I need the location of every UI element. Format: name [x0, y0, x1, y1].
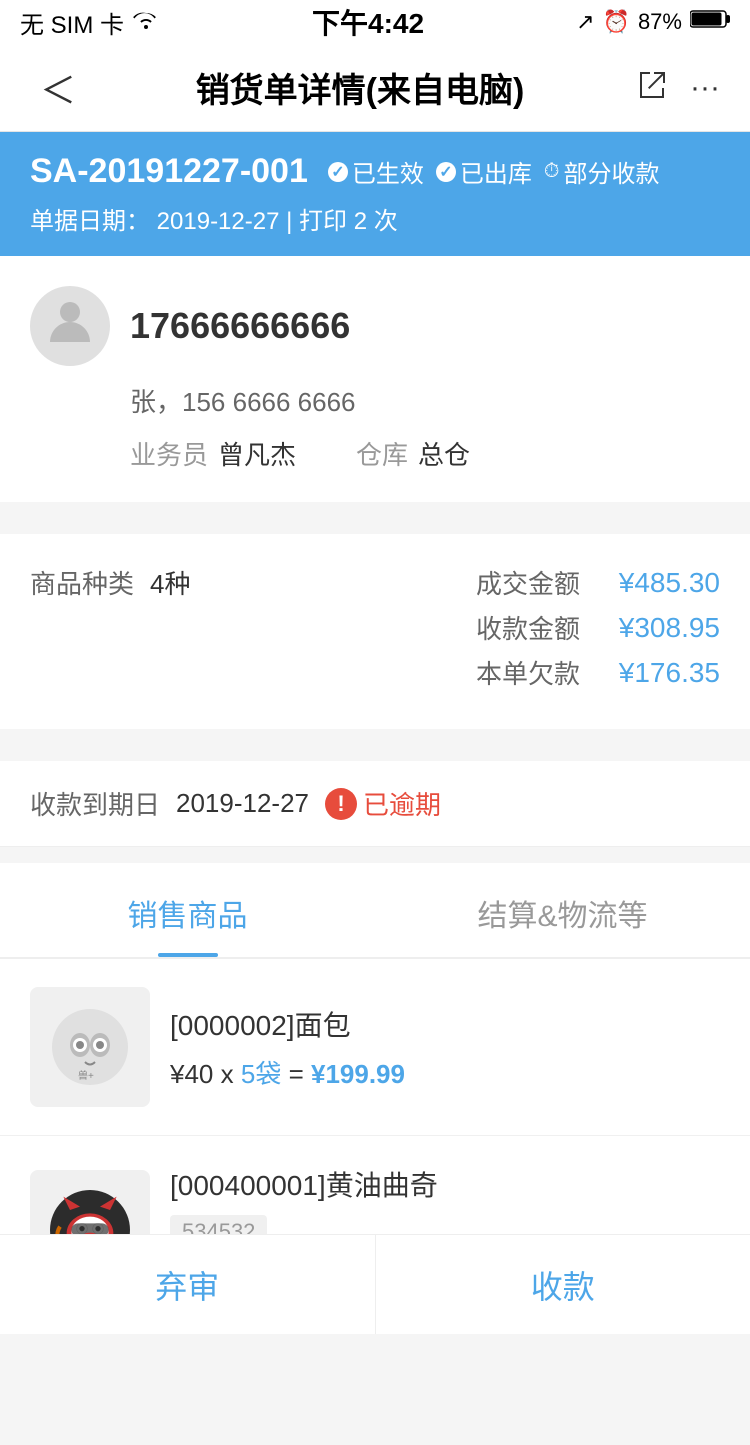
tab-sales-products[interactable]: 销售商品	[0, 863, 375, 957]
overdue-icon: !	[325, 788, 357, 820]
location-icon: ↗	[576, 9, 594, 35]
header-banner: SA-20191227-001 ✓ 已生效 ✓ 已出库 ⏱ 部分收款 单据日期：…	[0, 132, 750, 256]
summary-section: 商品种类 4种 成交金额 ¥485.30 收款金额 ¥308.95 本单欠款 ¥…	[0, 534, 750, 729]
product-name-2: [000400001]黄油曲奇	[170, 1164, 720, 1204]
status-bar-time: 下午4:42	[312, 2, 424, 42]
status-badge-effective: ✓ 已生效	[328, 154, 424, 189]
print-count: 2	[354, 208, 367, 235]
nav-title: 销货单详情(来自电脑)	[196, 63, 525, 112]
tab-settlement-label: 结算&物流等	[477, 900, 647, 933]
avatar	[30, 286, 110, 366]
order-date: 2019-12-27	[157, 208, 280, 235]
received-value: ¥308.95	[600, 612, 720, 644]
price-qty-1: 5袋	[241, 1059, 281, 1089]
status-badge-outbound: ✓ 已出库	[436, 154, 532, 189]
more-button[interactable]: ···	[690, 71, 720, 105]
product-price-1: ¥40 x 5袋 = ¥199.99	[170, 1054, 720, 1091]
carrier-text: 无 SIM 卡	[20, 5, 124, 40]
user-icon	[42, 292, 98, 360]
product-image-1: 兽+	[30, 987, 150, 1107]
due-section: 收款到期日 2019-12-27 ! 已逾期	[0, 761, 750, 847]
print-label: | 打印	[286, 208, 347, 235]
nav-bar: ＜ 销货单详情(来自电脑) ···	[0, 44, 750, 132]
debt-label: 本单欠款	[476, 654, 580, 691]
product-type-item: 商品种类 4种	[30, 564, 190, 601]
customer-id: 17666666666	[130, 305, 350, 347]
cancel-label: 弃审	[155, 1262, 219, 1308]
bottom-bar: 弃审 收款	[0, 1234, 750, 1334]
confirm-button[interactable]: 收款	[376, 1235, 750, 1334]
warehouse-value: 总仓	[418, 435, 470, 472]
status-badges: ✓ 已生效 ✓ 已出库 ⏱ 部分收款	[328, 154, 660, 189]
summary-row: 商品种类 4种 成交金额 ¥485.30 收款金额 ¥308.95 本单欠款 ¥…	[30, 564, 720, 699]
customer-section: 17666666666 张，156 6666 6666 业务员 曾凡杰 仓库 总…	[0, 256, 750, 502]
check-icon-1: ✓	[328, 162, 348, 182]
battery-text: 87%	[638, 9, 682, 35]
multiply-1: x	[221, 1059, 241, 1089]
date-label: 单据日期：	[30, 208, 150, 235]
received-row: 收款金额 ¥308.95	[476, 609, 720, 646]
svg-text:兽+: 兽+	[78, 1069, 94, 1082]
badge-partial-label: 部分收款	[564, 154, 660, 189]
product-item: 兽+ [0000002]面包 ¥40 x 5袋 = ¥199.99	[0, 959, 750, 1136]
share-button[interactable]	[634, 66, 670, 110]
salesperson-value: 曾凡杰	[218, 435, 296, 472]
price-total-1: ¥199.99	[311, 1059, 405, 1089]
check-icon-2: ✓	[436, 162, 456, 182]
amount-row: 成交金额 ¥485.30	[476, 564, 720, 601]
received-label: 收款金额	[476, 609, 580, 646]
warehouse-label: 仓库	[356, 435, 408, 472]
divider-1	[0, 518, 750, 534]
debt-row: 本单欠款 ¥176.35	[476, 654, 720, 691]
confirm-label: 收款	[531, 1262, 595, 1308]
wifi-icon	[132, 8, 160, 36]
salesperson-info: 业务员 曾凡杰	[130, 435, 296, 472]
overdue-badge: ! 已逾期	[325, 785, 441, 822]
amount-value: ¥485.30	[600, 567, 720, 599]
back-button[interactable]: ＜	[30, 52, 86, 124]
customer-sub: 张，156 6666 6666	[30, 382, 720, 419]
clock-icon: ⏱	[544, 160, 560, 183]
product-name-1: [0000002]面包	[170, 1004, 720, 1044]
badge-effective-label: 已生效	[352, 154, 424, 189]
status-bar: 无 SIM 卡 下午4:42 ↗ ⏰ 87%	[0, 0, 750, 44]
due-date-label: 收款到期日	[30, 785, 160, 822]
debt-value: ¥176.35	[600, 657, 720, 689]
due-date-value: 2019-12-27	[176, 788, 309, 819]
status-badge-partial: ⏱ 部分收款	[544, 154, 660, 189]
summary-right: 成交金额 ¥485.30 收款金额 ¥308.95 本单欠款 ¥176.35	[476, 564, 720, 699]
warehouse-info: 仓库 总仓	[356, 435, 470, 472]
customer-row: 17666666666	[30, 286, 720, 366]
overdue-label: 已逾期	[363, 785, 441, 822]
print-suffix: 次	[374, 208, 398, 235]
summary-left: 商品种类 4种	[30, 564, 190, 609]
tab-settlement[interactable]: 结算&物流等	[375, 863, 750, 957]
nav-actions: ···	[634, 66, 720, 110]
amount-label: 成交金额	[476, 564, 580, 601]
product-type-count: 4种	[150, 564, 190, 601]
status-bar-left: 无 SIM 卡	[20, 5, 160, 40]
due-row: 收款到期日 2019-12-27 ! 已逾期	[30, 785, 720, 822]
product-info-1: [0000002]面包 ¥40 x 5袋 = ¥199.99	[170, 1004, 720, 1091]
tabs-section: 销售商品 结算&物流等	[0, 863, 750, 959]
badge-outbound-label: 已出库	[460, 154, 532, 189]
banner-bottom: 单据日期： 2019-12-27 | 打印 2 次	[30, 201, 720, 236]
tab-sales-label: 销售商品	[128, 900, 248, 933]
salesperson-label: 业务员	[130, 435, 208, 472]
alarm-icon: ⏰	[603, 9, 630, 35]
banner-top: SA-20191227-001 ✓ 已生效 ✓ 已出库 ⏱ 部分收款	[30, 152, 720, 191]
divider-2	[0, 745, 750, 761]
battery-icon	[690, 9, 730, 35]
status-bar-right: ↗ ⏰ 87%	[576, 9, 730, 35]
product-type-label: 商品种类	[30, 564, 134, 601]
equals-1: =	[289, 1059, 311, 1089]
order-id: SA-20191227-001	[30, 152, 308, 191]
customer-info-row: 业务员 曾凡杰 仓库 总仓	[30, 435, 720, 472]
cancel-button[interactable]: 弃审	[0, 1235, 376, 1334]
price-base-1: ¥40	[170, 1059, 213, 1089]
